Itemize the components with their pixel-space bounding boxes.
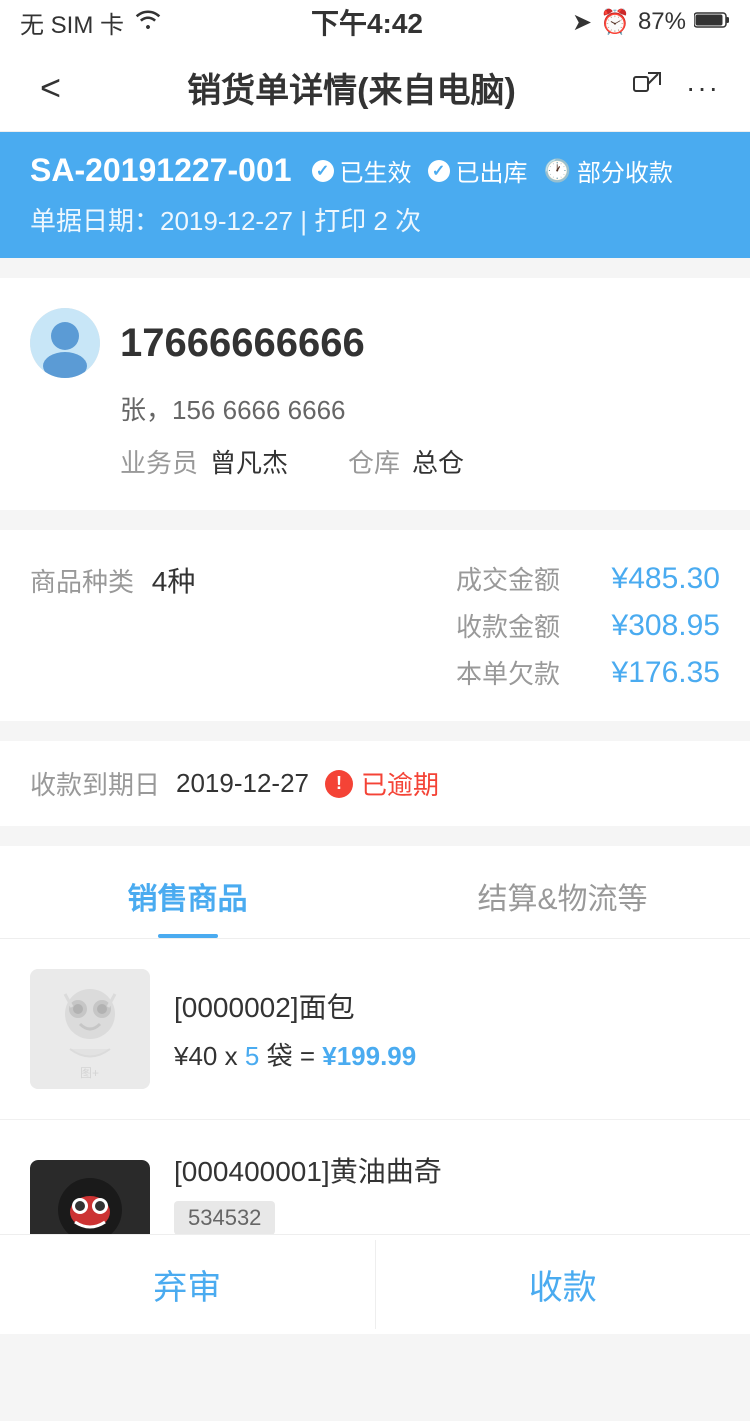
salesperson-value: 曾凡杰 [210,443,288,480]
status-shipped: ✓ 已出库 [428,153,528,188]
cancel-button[interactable]: 弃审 [0,1240,376,1329]
received-amount-value: ¥308.95 [580,609,720,643]
product-sku-2: 534532 [174,1201,275,1235]
due-date-value: 2019-12-27 [176,768,309,799]
owing-amount-row: 本单欠款 ¥176.35 [456,654,720,691]
product-name-2: [000400001]黄油曲奇 [174,1150,720,1190]
due-label: 收款到期日 [30,765,160,802]
status-tags: ✓ 已生效 ✓ 已出库 🕐 部分收款 [312,153,673,188]
tab-sales[interactable]: 销售商品 [0,846,375,938]
customer-contact: 张，156 6666 6666 [120,390,720,427]
trading-amount-value: ¥485.30 [580,562,720,596]
battery-text: 87% [638,8,686,36]
header-banner: SA-20191227-001 ✓ 已生效 ✓ 已出库 🕐 部分收款 单据日期：… [0,132,750,258]
overdue-badge: ! 已逾期 [325,765,439,802]
share-icon[interactable] [632,67,666,108]
customer-top: 17666666666 [30,308,720,378]
nav-bar: < 销货单详情(来自电脑) ··· [0,44,750,132]
tab-settlement[interactable]: 结算&物流等 [375,846,750,938]
overdue-icon: ! [325,770,353,798]
order-number: SA-20191227-001 [30,152,292,189]
list-item: 图+ [0000002]面包 ¥40 x 5 袋 = ¥199.99 [0,939,750,1120]
status-effective: ✓ 已生效 [312,153,412,188]
product-thumbnail-1: 图+ [30,969,150,1089]
warehouse-value: 总仓 [412,443,464,480]
due-section: 收款到期日 2019-12-27 ! 已逾期 [0,741,750,826]
product-price-1: ¥40 x 5 袋 = ¥199.99 [174,1036,720,1073]
customer-meta: 业务员 曾凡杰 仓库 总仓 [120,443,720,480]
customer-section: 17666666666 张，156 6666 6666 业务员 曾凡杰 仓库 总… [0,278,750,510]
bottom-bar: 弃审 收款 [0,1234,750,1334]
trading-amount-row: 成交金额 ¥485.30 [456,560,720,597]
warehouse-label: 仓库 [348,443,400,480]
alarm-icon: ⏰ [600,8,630,37]
product-types-value: 4种 [152,566,196,597]
status-left: 无 SIM 卡 [20,5,162,40]
wifi-icon [134,8,162,36]
check-effective-icon: ✓ [312,160,334,182]
warehouse-item: 仓库 总仓 [348,443,464,480]
customer-id: 17666666666 [120,321,365,366]
carrier-text: 无 SIM 卡 [20,5,124,40]
received-amount-row: 收款金额 ¥308.95 [456,607,720,644]
owing-amount-value: ¥176.35 [580,656,720,690]
check-shipped-icon: ✓ [428,160,450,182]
overdue-text: 已逾期 [361,765,439,802]
salesperson-label: 业务员 [120,443,198,480]
confirm-button[interactable]: 收款 [376,1240,750,1329]
status-time: 下午4:42 [311,2,423,42]
avatar [30,308,100,378]
more-icon[interactable]: ··· [686,72,720,104]
back-button[interactable]: < [30,57,71,119]
owing-amount-label: 本单欠款 [456,654,560,691]
tabs-header: 销售商品 结算&物流等 [0,846,750,939]
product-info-1: [0000002]面包 ¥40 x 5 袋 = ¥199.99 [174,986,720,1073]
banner-top: SA-20191227-001 ✓ 已生效 ✓ 已出库 🕐 部分收款 [30,152,720,189]
summary-left: 商品种类 4种 [30,560,195,600]
status-right: ➤ ⏰ 87% [572,8,730,37]
product-types-label: 商品种类 [30,567,134,597]
location-icon: ➤ [572,8,592,37]
summary-section: 商品种类 4种 成交金额 ¥485.30 收款金额 ¥308.95 本单欠款 ¥… [0,530,750,721]
svg-text:图+: 图+ [80,1066,99,1080]
product-name-1: [0000002]面包 [174,986,720,1026]
banner-date: 单据日期：2019-12-27 | 打印 2 次 [30,201,720,238]
salesperson-item: 业务员 曾凡杰 [120,443,288,480]
received-amount-label: 收款金额 [456,607,560,644]
battery-icon [694,8,730,36]
trading-amount-label: 成交金额 [456,560,560,597]
page-title: 销货单详情(来自电脑) [187,63,516,112]
clock-icon: 🕐 [544,158,571,184]
status-bar: 无 SIM 卡 下午4:42 ➤ ⏰ 87% [0,0,750,44]
nav-actions: ··· [632,67,720,108]
status-payment: 🕐 部分收款 [544,153,673,188]
summary-right: 成交金额 ¥485.30 收款金额 ¥308.95 本单欠款 ¥176.35 [456,560,720,691]
